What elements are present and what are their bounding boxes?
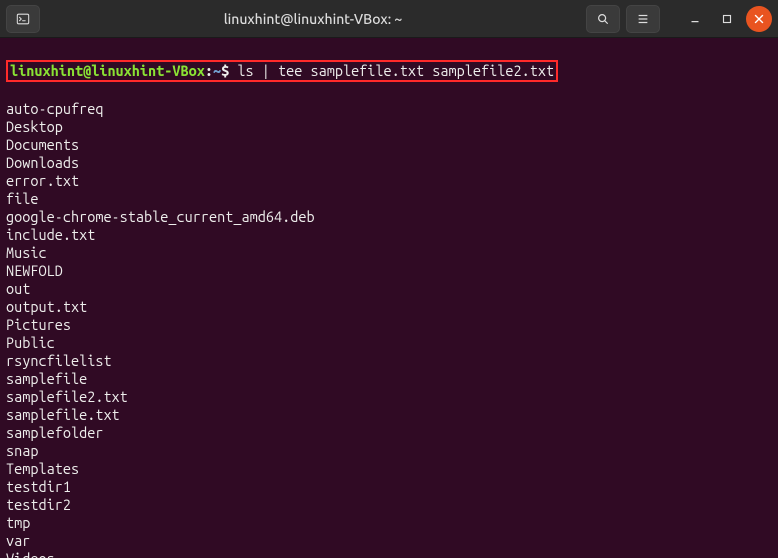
output-line: google-chrome-stable_current_amd64.deb xyxy=(6,208,772,226)
prompt-colon: : xyxy=(205,62,213,79)
search-icon xyxy=(596,12,610,26)
output-line: Videos xyxy=(6,550,772,558)
prompt-line-1: linuxhint@linuxhint-VBox:~$ ls | tee sam… xyxy=(6,60,772,82)
command-output: auto-cpufreqDesktopDocumentsDownloadserr… xyxy=(6,100,772,558)
output-line: Documents xyxy=(6,136,772,154)
output-line: Public xyxy=(6,334,772,352)
hamburger-icon xyxy=(636,12,650,26)
close-icon xyxy=(752,12,766,26)
output-line: Music xyxy=(6,244,772,262)
minimize-button[interactable] xyxy=(682,6,708,32)
close-button[interactable] xyxy=(746,6,772,32)
output-line: snap xyxy=(6,442,772,460)
output-line: Desktop xyxy=(6,118,772,136)
highlighted-command: linuxhint@linuxhint-VBox:~$ ls | tee sam… xyxy=(6,60,558,82)
output-line: rsyncfilelist xyxy=(6,352,772,370)
output-line: Downloads xyxy=(6,154,772,172)
titlebar: linuxhint@linuxhint-VBox: ~ xyxy=(0,0,778,38)
output-line: output.txt xyxy=(6,298,772,316)
prompt-user-host: linuxhint@linuxhint-VBox xyxy=(10,62,205,79)
menu-button[interactable] xyxy=(626,5,660,33)
output-line: samplefile.txt xyxy=(6,406,772,424)
output-line: include.txt xyxy=(6,226,772,244)
terminal-icon xyxy=(16,12,30,26)
titlebar-right xyxy=(586,5,772,33)
output-line: var xyxy=(6,532,772,550)
command-text: ls | tee samplefile.txt samplefile2.txt xyxy=(229,62,554,79)
output-line: out xyxy=(6,280,772,298)
output-line: error.txt xyxy=(6,172,772,190)
minimize-icon xyxy=(688,12,702,26)
terminal-body[interactable]: linuxhint@linuxhint-VBox:~$ ls | tee sam… xyxy=(0,38,778,558)
output-line: testdir2 xyxy=(6,496,772,514)
output-line: samplefolder xyxy=(6,424,772,442)
output-line: auto-cpufreq xyxy=(6,100,772,118)
new-tab-button[interactable] xyxy=(6,5,40,33)
output-line: file xyxy=(6,190,772,208)
maximize-button[interactable] xyxy=(714,6,740,32)
output-line: Templates xyxy=(6,460,772,478)
output-line: testdir1 xyxy=(6,478,772,496)
output-line: tmp xyxy=(6,514,772,532)
output-line: samplefile2.txt xyxy=(6,388,772,406)
prompt-path: ~ xyxy=(213,62,221,79)
output-line: Pictures xyxy=(6,316,772,334)
output-line: samplefile xyxy=(6,370,772,388)
output-line: NEWFOLD xyxy=(6,262,772,280)
maximize-icon xyxy=(720,12,734,26)
search-button[interactable] xyxy=(586,5,620,33)
window-title: linuxhint@linuxhint-VBox: ~ xyxy=(46,11,580,27)
